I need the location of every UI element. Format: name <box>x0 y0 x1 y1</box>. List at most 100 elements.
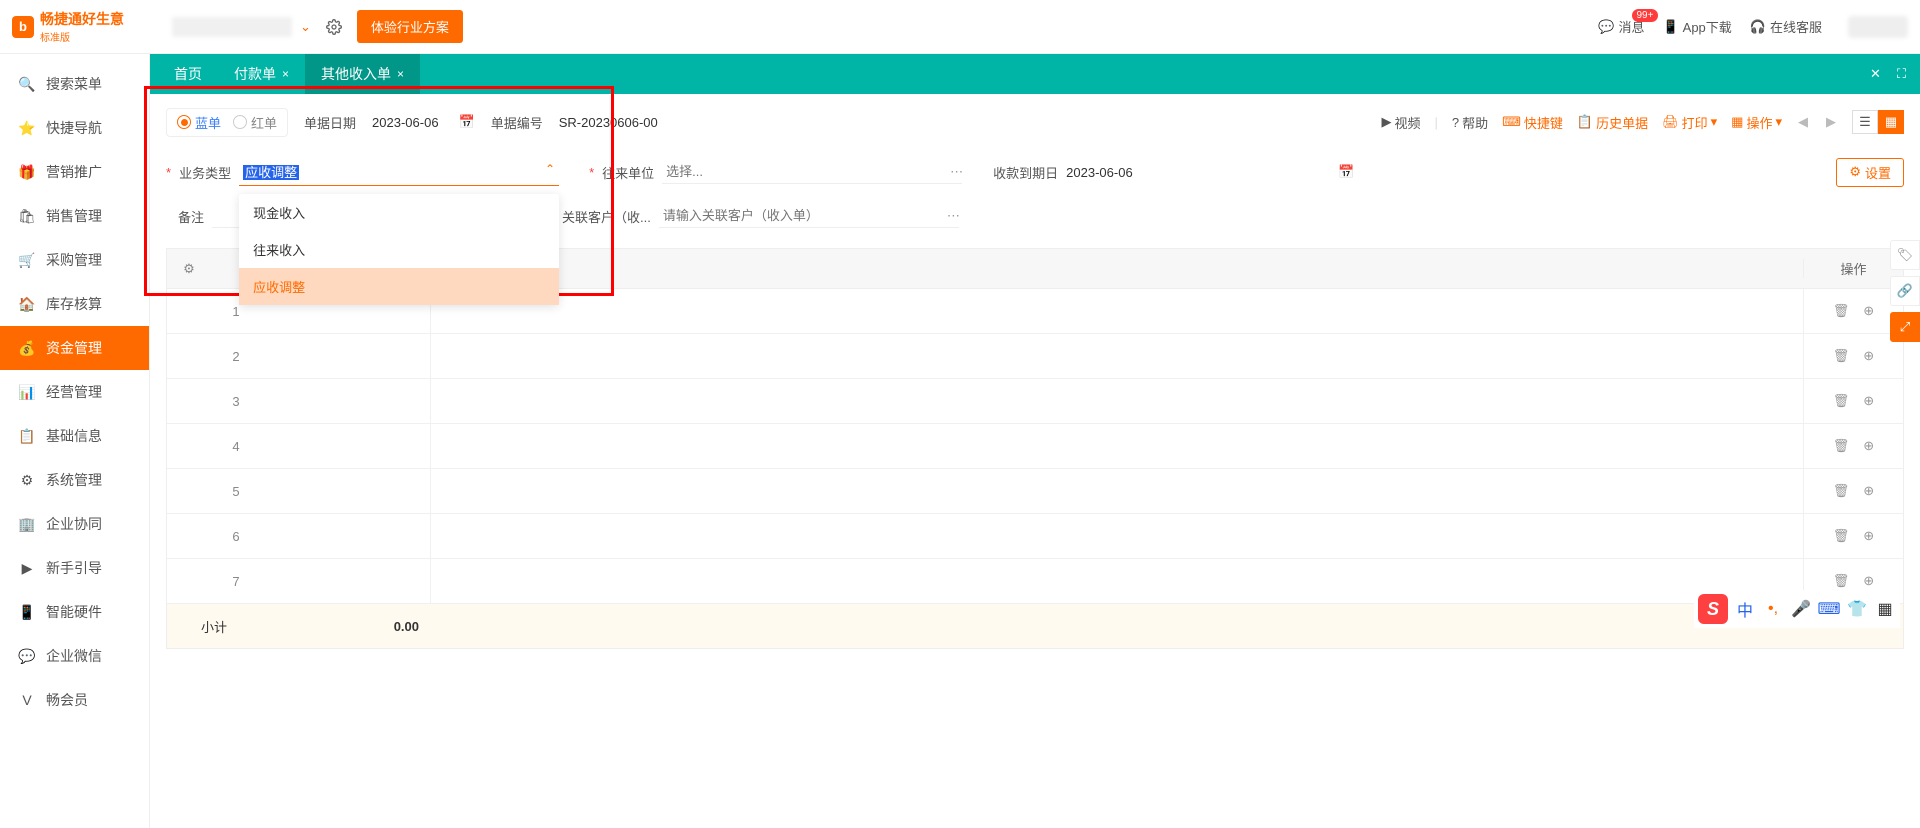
sidebar-icon: ⭐ <box>18 119 36 137</box>
doc-no-value: SR-20230606-00 <box>559 115 658 130</box>
sidebar-icon: 💬 <box>18 647 36 665</box>
copy-row-icon[interactable]: ⊕ <box>1863 303 1874 319</box>
rail-tag-icon[interactable]: 🏷 <box>1890 240 1920 270</box>
sidebar-icon: 📊 <box>18 383 36 401</box>
side-rail: 🏷 🔗 ⤢ <box>1890 240 1920 342</box>
delete-row-icon[interactable]: 🗑 <box>1833 528 1850 544</box>
copy-row-icon[interactable]: ⊕ <box>1863 573 1874 589</box>
tab-close-icon[interactable]: × <box>397 67 404 81</box>
history-link[interactable]: 📋 历史单据 <box>1577 113 1648 132</box>
copy-row-icon[interactable]: ⊕ <box>1863 393 1874 409</box>
sidebar-item-2[interactable]: 🎁营销推广 <box>0 150 149 194</box>
org-chevron-icon[interactable]: ⌄ <box>300 19 311 35</box>
settings-button[interactable]: ⚙ 设置 <box>1836 158 1904 187</box>
copy-row-icon[interactable]: ⊕ <box>1863 483 1874 499</box>
tab-0[interactable]: 首页 <box>158 54 218 94</box>
table-row[interactable]: 3🗑⊕ <box>167 379 1903 424</box>
biz-type-option-2[interactable]: 应收调整 <box>239 268 559 305</box>
org-name-blurred <box>172 17 292 37</box>
ime-grid-icon[interactable]: ▦ <box>1874 598 1896 620</box>
print-button[interactable]: 🖨 打印 ▾ <box>1662 113 1717 132</box>
sidebar-item-6[interactable]: 💰资金管理 <box>0 326 149 370</box>
copy-row-icon[interactable]: ⊕ <box>1863 438 1874 454</box>
sidebar-item-10[interactable]: 🏢企业协同 <box>0 502 149 546</box>
delete-row-icon[interactable]: 🗑 <box>1833 438 1850 454</box>
partner-input[interactable] <box>662 160 962 184</box>
online-service-link[interactable]: 🎧 在线客服 <box>1750 17 1822 36</box>
rail-expand-icon[interactable]: ⤢ <box>1890 312 1920 342</box>
biz-type-option-0[interactable]: 现金收入 <box>239 194 559 231</box>
table-row[interactable]: 7🗑⊕ <box>167 559 1903 604</box>
biz-type-select[interactable]: 应收调整 ⌃ <box>239 158 559 186</box>
table-row[interactable]: 2🗑⊕ <box>167 334 1903 379</box>
sidebar-item-4[interactable]: 🛒采购管理 <box>0 238 149 282</box>
sidebar-item-11[interactable]: ▶新手引导 <box>0 546 149 590</box>
tab-close-icon[interactable]: × <box>282 67 289 81</box>
sidebar-icon: 🛍 <box>18 207 36 225</box>
ime-mic-icon[interactable]: 🎤 <box>1790 598 1812 620</box>
biz-type-option-1[interactable]: 往来收入 <box>239 231 559 268</box>
gear-icon[interactable] <box>321 14 347 40</box>
sidebar-item-3[interactable]: 🛍销售管理 <box>0 194 149 238</box>
table-settings-icon[interactable]: ⚙ <box>167 261 211 277</box>
ime-keyboard-icon[interactable]: ⌨ <box>1818 598 1840 620</box>
table-row[interactable]: 4🗑⊕ <box>167 424 1903 469</box>
radio-red[interactable]: 红单 <box>233 113 277 132</box>
related-customer-input[interactable] <box>659 204 959 228</box>
related-customer-picker-icon[interactable]: ⋯ <box>947 208 960 224</box>
messages-link[interactable]: 💬 消息 99+ <box>1598 17 1644 36</box>
due-date-value[interactable]: 2023-06-06 <box>1066 165 1326 180</box>
delete-row-icon[interactable]: 🗑 <box>1833 393 1850 409</box>
tab-2[interactable]: 其他收入单× <box>305 54 420 94</box>
partner-picker-icon[interactable]: ⋯ <box>950 164 963 180</box>
help-link[interactable]: ? 帮助 <box>1452 113 1488 132</box>
tab-1[interactable]: 付款单× <box>218 54 305 94</box>
sidebar-item-1[interactable]: ⭐快捷导航 <box>0 106 149 150</box>
sidebar-item-8[interactable]: 📋基础信息 <box>0 414 149 458</box>
delete-row-icon[interactable]: 🗑 <box>1833 303 1850 319</box>
badge: 99+ <box>1632 9 1659 22</box>
ime-logo-icon[interactable]: S <box>1698 594 1728 624</box>
delete-row-icon[interactable]: 🗑 <box>1833 573 1850 589</box>
cta-button[interactable]: 体验行业方案 <box>357 10 463 43</box>
table-row[interactable]: 5🗑⊕ <box>167 469 1903 514</box>
sidebar-item-13[interactable]: 💬企业微信 <box>0 634 149 678</box>
ime-skin-icon[interactable]: 👕 <box>1846 598 1868 620</box>
delete-row-icon[interactable]: 🗑 <box>1833 348 1850 364</box>
video-link[interactable]: ▶ 视频 <box>1381 113 1420 132</box>
logo-subtitle: 标准版 <box>40 29 124 44</box>
tabs-bar: 首页付款单×其他收入单× ✕ ⛶ <box>150 54 1920 94</box>
view-list-icon[interactable]: ☰ <box>1852 110 1878 134</box>
copy-row-icon[interactable]: ⊕ <box>1863 348 1874 364</box>
doc-date-label: 单据日期 <box>304 113 356 132</box>
prev-doc-icon[interactable]: ◀ <box>1796 114 1810 130</box>
sidebar-item-0[interactable]: 🔍搜索菜单 <box>0 62 149 106</box>
ime-punct-icon[interactable]: •, <box>1762 598 1784 620</box>
radio-blue[interactable]: 蓝单 <box>177 113 221 132</box>
ime-lang-icon[interactable]: 中 <box>1734 598 1756 620</box>
avatar-blurred[interactable] <box>1848 16 1908 38</box>
calendar-icon[interactable]: 📅 <box>1338 164 1354 180</box>
sidebar-item-7[interactable]: 📊经营管理 <box>0 370 149 414</box>
view-card-icon[interactable]: ▦ <box>1878 110 1904 134</box>
tab-expand-icon[interactable]: ⛶ <box>1893 62 1910 86</box>
copy-row-icon[interactable]: ⊕ <box>1863 528 1874 544</box>
ime-toolbar: S 中 •, 🎤 ⌨ 👕 ▦ <box>1694 590 1900 628</box>
operate-button[interactable]: ▦ 操作 ▾ <box>1731 113 1782 132</box>
sidebar-item-12[interactable]: 📱智能硬件 <box>0 590 149 634</box>
tab-close-all-icon[interactable]: ✕ <box>1866 62 1885 86</box>
rail-attach-icon[interactable]: 🔗 <box>1890 276 1920 306</box>
shortcut-link[interactable]: ⌨ 快捷键 <box>1502 113 1563 132</box>
doc-date-value[interactable]: 2023-06-06 <box>372 115 439 130</box>
sidebar-item-14[interactable]: V畅会员 <box>0 678 149 722</box>
app-download-link[interactable]: 📱 App下载 <box>1662 17 1731 36</box>
next-doc-icon[interactable]: ▶ <box>1824 114 1838 130</box>
detail-table: ⚙ ⇅ * 收 操作 1🗑⊕2🗑⊕3🗑⊕4🗑⊕5🗑⊕6🗑⊕7🗑⊕ 小计 0.00 <box>166 248 1904 649</box>
sidebar-icon: 🎁 <box>18 163 36 181</box>
sidebar-item-5[interactable]: 🏠库存核算 <box>0 282 149 326</box>
gear-icon: ⚙ <box>1849 164 1861 180</box>
calendar-icon[interactable]: 📅 <box>459 114 475 130</box>
delete-row-icon[interactable]: 🗑 <box>1833 483 1850 499</box>
table-row[interactable]: 6🗑⊕ <box>167 514 1903 559</box>
sidebar-item-9[interactable]: ⚙系统管理 <box>0 458 149 502</box>
